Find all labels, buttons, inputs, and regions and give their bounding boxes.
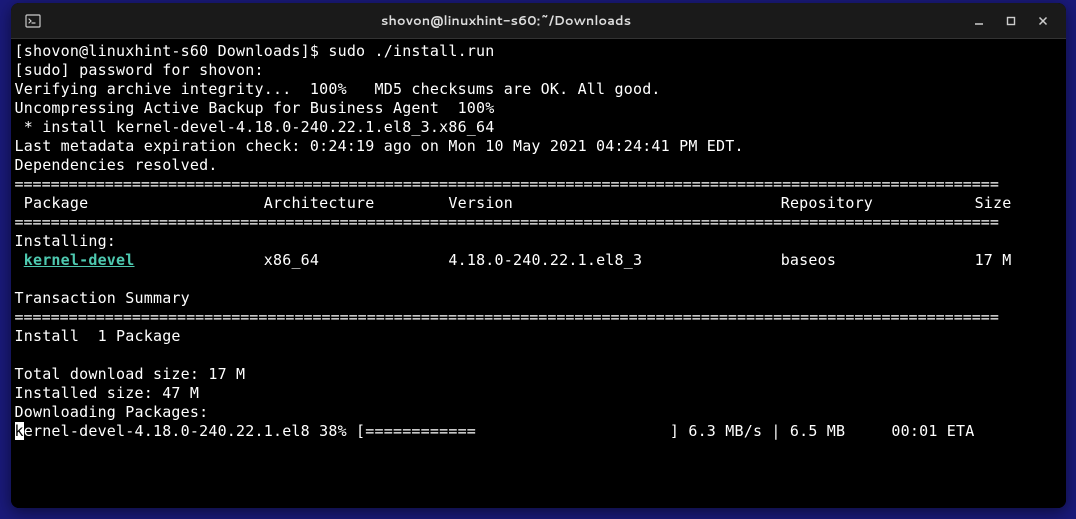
package-name: kernel-devel [24, 251, 135, 269]
divider: ========================================… [15, 308, 999, 326]
command-text: sudo ./install.run [328, 42, 494, 60]
col-repo: Repository [781, 194, 873, 212]
maximize-button[interactable] [1002, 12, 1020, 30]
package-version: 4.18.0-240.22.1.el8_3 [448, 251, 642, 269]
uncompress-output: Uncompressing Active Backup for Business… [15, 99, 495, 117]
terminal-icon [23, 11, 43, 31]
titlebar[interactable]: shovon@linuxhint-s60:~/Downloads [11, 3, 1066, 39]
package-size: 17 M [975, 251, 1012, 269]
sudo-prompt: [sudo] password for shovon: [15, 61, 264, 79]
transaction-summary-label: Transaction Summary [15, 289, 190, 307]
package-arch: x86_64 [264, 251, 319, 269]
terminal-output[interactable]: [shovon@linuxhint-s60 Downloads]$ sudo .… [11, 39, 1066, 508]
close-button[interactable] [1034, 12, 1052, 30]
progress-line: ernel-devel-4.18.0-240.22.1.el8 38% [===… [24, 422, 975, 440]
col-arch: Architecture [264, 194, 375, 212]
window-controls [970, 12, 1058, 30]
downloading-label: Downloading Packages: [15, 403, 209, 421]
install-count: Install 1 Package [15, 327, 181, 345]
shell-prompt: [shovon@linuxhint-s60 Downloads]$ [15, 42, 329, 60]
verify-output: Verifying archive integrity... 100% MD5 … [15, 80, 661, 98]
package-repo: baseos [781, 251, 836, 269]
col-version: Version [448, 194, 513, 212]
divider: ========================================… [15, 175, 999, 193]
download-size: Total download size: 17 M [15, 365, 246, 383]
divider: ========================================… [15, 213, 999, 231]
installed-size: Installed size: 47 M [15, 384, 200, 402]
minimize-button[interactable] [970, 12, 988, 30]
cursor: k [15, 422, 24, 440]
col-size: Size [975, 194, 1012, 212]
installing-label: Installing: [15, 232, 117, 250]
deps-output: Dependencies resolved. [15, 156, 218, 174]
terminal-window: shovon@linuxhint-s60:~/Downloads [shovon… [11, 3, 1066, 508]
col-package: Package [15, 194, 89, 212]
install-step: * install kernel-devel-4.18.0-240.22.1.e… [15, 118, 495, 136]
metadata-output: Last metadata expiration check: 0:24:19 … [15, 137, 744, 155]
window-title: shovon@linuxhint-s60:~/Downloads [43, 12, 970, 30]
